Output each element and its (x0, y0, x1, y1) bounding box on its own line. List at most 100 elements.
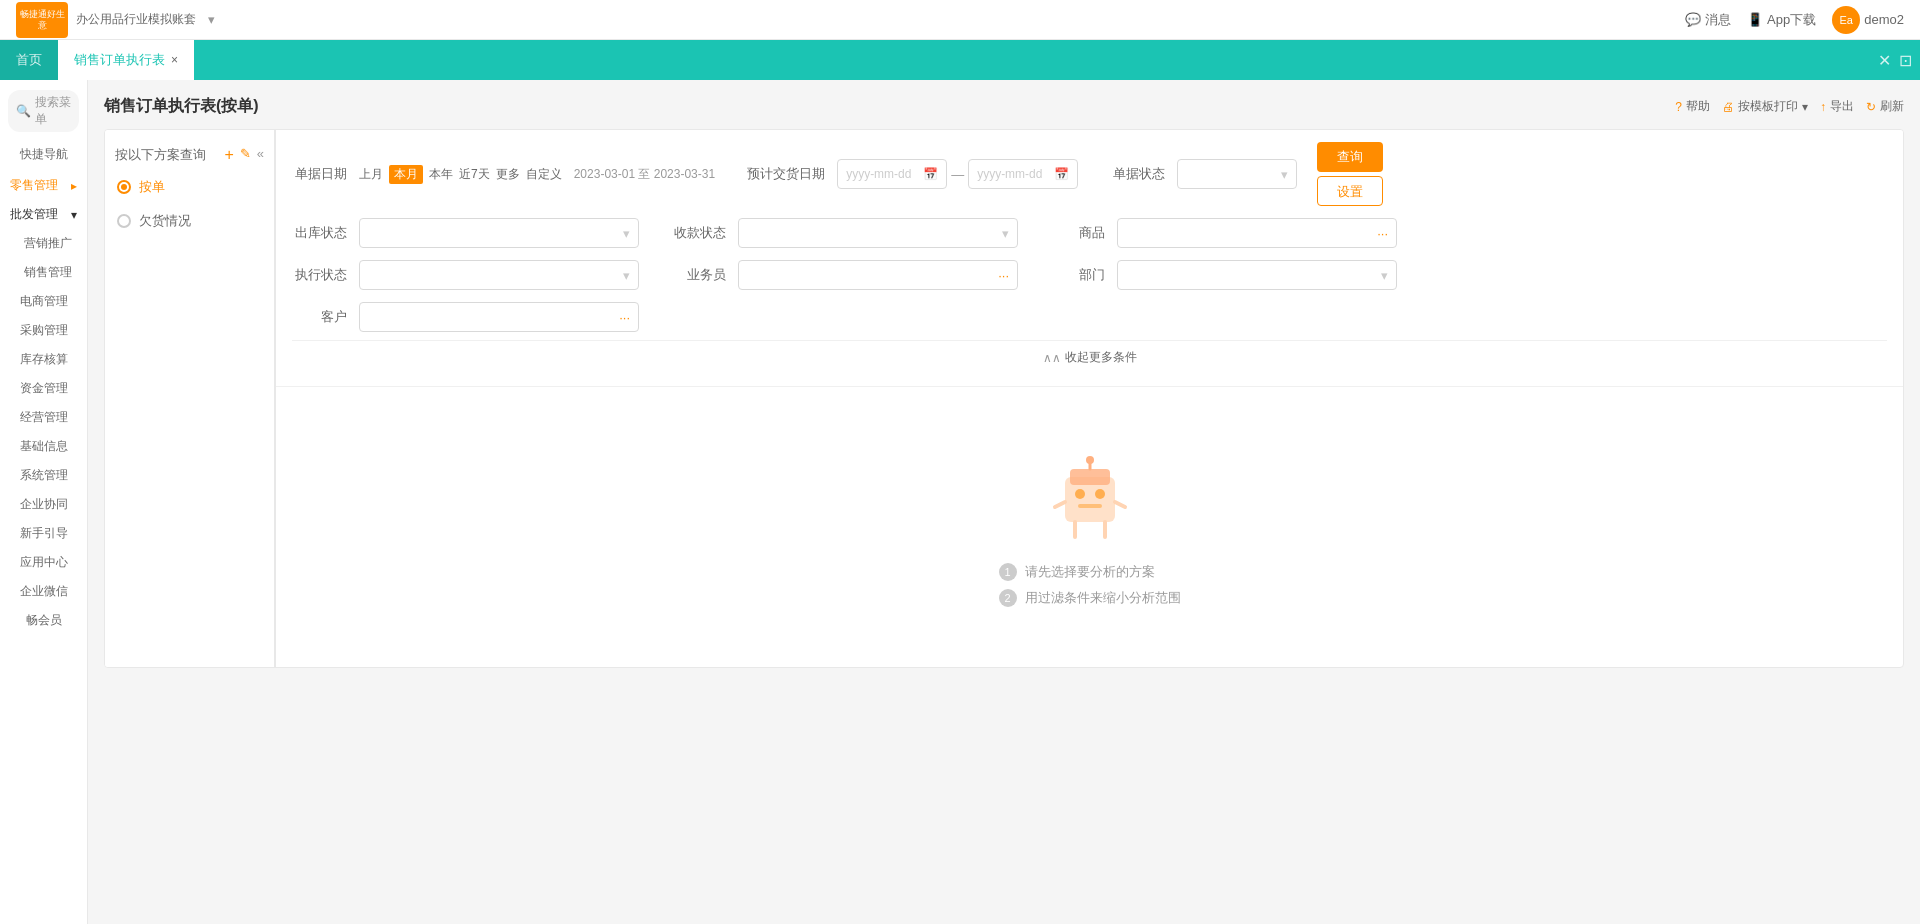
date-shortcut-this-year[interactable]: 本年 (429, 166, 453, 183)
sidebar-item-apps[interactable]: 应用中心 (0, 548, 87, 577)
svg-rect-1 (1070, 469, 1110, 485)
main-wrapper: 销售订单执行表(按单) ? 帮助 🖨 按模板打印 ▾ ↑ 导出 (88, 80, 1920, 924)
tab-sales-order[interactable]: 销售订单执行表 × (58, 40, 194, 80)
date-end-placeholder: yyyy-mm-dd (977, 167, 1042, 181)
salesman-select[interactable]: ··· (738, 260, 1018, 290)
edit-scheme-icon[interactable]: ✎ (240, 146, 251, 164)
svg-point-2 (1075, 489, 1085, 499)
sidebar-item-purchase[interactable]: 采购管理 (0, 316, 87, 345)
sidebar-item-inventory[interactable]: 库存核算 (0, 345, 87, 374)
order-status-label: 单据状态 (1110, 165, 1165, 183)
out-status-select[interactable]: ▾ (359, 218, 639, 248)
sidebar-item-operations[interactable]: 经营管理 (0, 403, 87, 432)
empty-tip-1: 1 请先选择要分析的方案 (999, 563, 1181, 581)
scheme-by-debt[interactable]: 欠货情况 (105, 204, 274, 238)
date-shortcut-more[interactable]: 更多 (496, 166, 520, 183)
collapse-chevron-icon: ∧∧ (1043, 351, 1061, 365)
sidebar-item-finance[interactable]: 资金管理 (0, 374, 87, 403)
svg-rect-4 (1078, 504, 1102, 508)
user-profile[interactable]: Ea demo2 (1832, 6, 1904, 34)
exec-status-select[interactable]: ▾ (359, 260, 639, 290)
navtabs-right: ✕ ⊡ (1870, 40, 1920, 80)
close-window-icon[interactable]: ✕ (1878, 51, 1891, 70)
collapse-label: 收起更多条件 (1065, 349, 1137, 366)
date-shortcut-last-month[interactable]: 上月 (359, 166, 383, 183)
sidebar-item-enterprise[interactable]: 企业协同 (0, 490, 87, 519)
refresh-btn[interactable]: ↻ 刷新 (1866, 98, 1904, 115)
help-btn[interactable]: ? 帮助 (1675, 98, 1710, 115)
svg-line-7 (1055, 502, 1065, 507)
empty-state: 1 请先选择要分析的方案 2 用过滤条件来缩小分析范围 (276, 387, 1903, 667)
sidebar-item-sales[interactable]: 销售管理 (0, 258, 87, 287)
empty-tip-2: 2 用过滤条件来缩小分析范围 (999, 589, 1181, 607)
print-icon: 🖨 (1722, 100, 1734, 114)
empty-tips: 1 请先选择要分析的方案 2 用过滤条件来缩小分析范围 (999, 563, 1181, 607)
sidebar-item-wecom[interactable]: 企业微信 (0, 577, 87, 606)
sidebar-item-system[interactable]: 系统管理 (0, 461, 87, 490)
download-icon: 📱 (1747, 12, 1763, 27)
salesman-label: 业务员 (671, 266, 726, 284)
order-status-select[interactable]: ▾ (1177, 159, 1297, 189)
home-tab-label: 首页 (16, 51, 42, 69)
exec-status-caret: ▾ (623, 268, 630, 283)
sidebar-item-marketing[interactable]: 营销推广 (0, 229, 87, 258)
svg-point-3 (1095, 489, 1105, 499)
print-btn[interactable]: 🖨 按模板打印 ▾ (1722, 98, 1808, 115)
sidebar-search-area[interactable]: 🔍 搜索菜单 (0, 80, 87, 138)
goods-select[interactable]: ··· (1117, 218, 1397, 248)
tip-num-1: 1 (999, 563, 1017, 581)
refresh-icon: ↻ (1866, 100, 1876, 114)
customer-select[interactable]: ··· (359, 302, 639, 332)
refresh-label: 刷新 (1880, 98, 1904, 115)
settings-button[interactable]: 设置 (1317, 176, 1383, 206)
date-range-separator: — (951, 167, 964, 182)
dept-select[interactable]: ▾ (1117, 260, 1397, 290)
date-shortcut-this-month[interactable]: 本月 (389, 165, 423, 184)
query-button[interactable]: 查询 (1317, 142, 1383, 172)
sidebar-item-member[interactable]: 畅会员 (0, 606, 87, 635)
maximize-window-icon[interactable]: ⊡ (1899, 51, 1912, 70)
message-icon: 💬 (1685, 12, 1701, 27)
page-actions: ? 帮助 🖨 按模板打印 ▾ ↑ 导出 ↻ 刷新 (1675, 98, 1904, 115)
expected-date-start[interactable]: yyyy-mm-dd 📅 (837, 159, 947, 189)
collapse-more-btn[interactable]: ∧∧ 收起更多条件 (292, 340, 1887, 374)
expected-date-end[interactable]: yyyy-mm-dd 📅 (968, 159, 1078, 189)
goods-label: 商品 (1050, 224, 1105, 242)
goods-dots: ··· (1377, 226, 1388, 241)
sidebar-item-retail[interactable]: 零售管理 ▸ (0, 171, 87, 200)
sidebar-item-ecommerce[interactable]: 电商管理 (0, 287, 87, 316)
tip-text-1: 请先选择要分析的方案 (1025, 563, 1155, 581)
sidebar-item-newbie[interactable]: 新手引导 (0, 519, 87, 548)
close-tab-icon[interactable]: × (171, 53, 178, 67)
customer-dots: ··· (619, 310, 630, 325)
calendar-end-icon: 📅 (1054, 167, 1069, 181)
add-scheme-icon[interactable]: + (224, 146, 233, 164)
search-placeholder: 搜索菜单 (35, 94, 71, 128)
collapse-sidebar-icon[interactable]: « (257, 146, 264, 164)
svg-point-6 (1086, 456, 1094, 464)
date-range-display: 2023-03-01 至 2023-03-31 (574, 166, 715, 183)
app-title-arrow-icon[interactable]: ▾ (208, 12, 215, 27)
app-download-btn[interactable]: 📱 App下载 (1747, 11, 1816, 29)
search-box[interactable]: 🔍 搜索菜单 (8, 90, 79, 132)
message-btn[interactable]: 💬 消息 (1685, 11, 1731, 29)
app-download-label: App下载 (1767, 11, 1816, 29)
export-btn[interactable]: ↑ 导出 (1820, 98, 1854, 115)
scheme-by-order[interactable]: 按单 (105, 170, 274, 204)
logo-text: 畅捷通好生意 (16, 9, 68, 31)
sidebar-item-wholesale[interactable]: 批发管理 ▾ (0, 200, 87, 229)
sidebar: 🔍 搜索菜单 快捷导航 零售管理 ▸ 批发管理 ▾ 营销推广 销售管理 电商管理… (0, 80, 88, 924)
date-shortcut-7days[interactable]: 近7天 (459, 166, 490, 183)
collect-status-select[interactable]: ▾ (738, 218, 1018, 248)
main-content: 销售订单执行表(按单) ? 帮助 🖨 按模板打印 ▾ ↑ 导出 (88, 80, 1920, 924)
tab-home[interactable]: 首页 (0, 40, 58, 80)
customer-label: 客户 (292, 308, 347, 326)
date-shortcut-custom[interactable]: 自定义 (526, 166, 562, 183)
collect-status-caret: ▾ (1002, 226, 1009, 241)
sidebar-item-basic[interactable]: 基础信息 (0, 432, 87, 461)
help-icon: ? (1675, 100, 1682, 114)
sidebar-item-quick-nav[interactable]: 快捷导航 (0, 138, 87, 171)
app-title: 办公用品行业模拟账套 (76, 11, 196, 28)
filter-sidebar: 按以下方案查询 + ✎ « 按单 欠货情况 (105, 130, 275, 667)
dept-caret: ▾ (1381, 268, 1388, 283)
